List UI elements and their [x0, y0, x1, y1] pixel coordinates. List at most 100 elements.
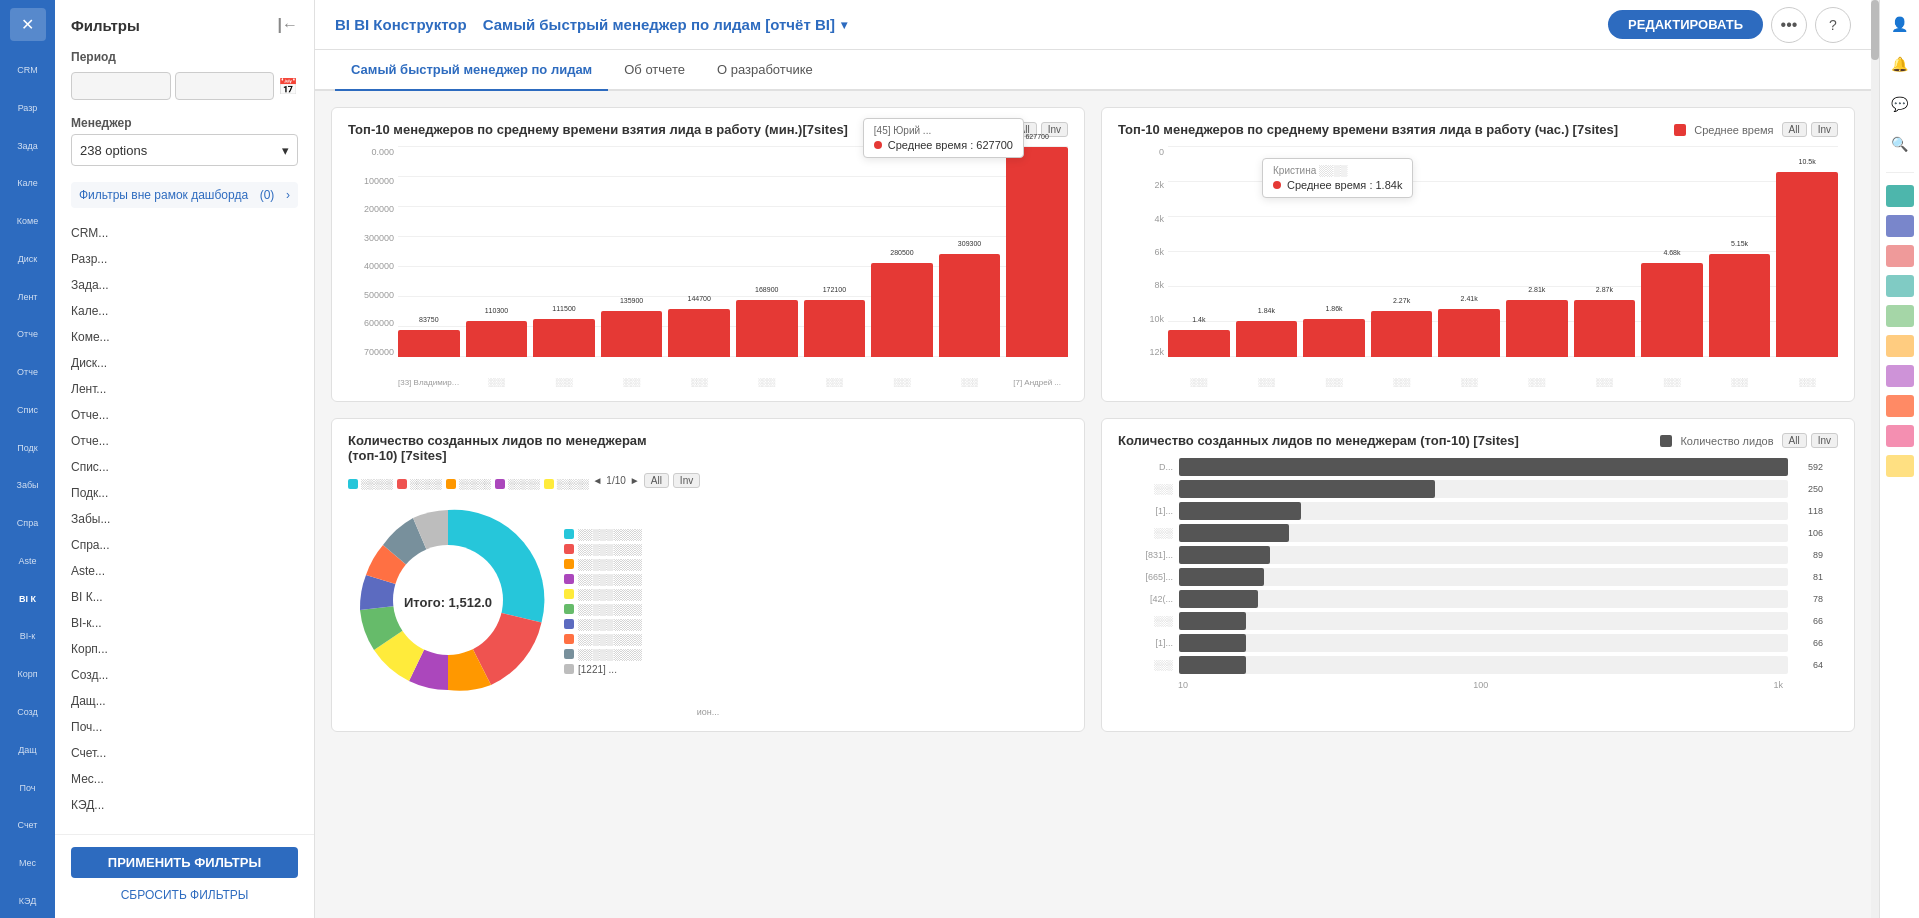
nav-item-dash[interactable]: Дащ: [7, 733, 49, 767]
hbar-label-4: ░░░: [1118, 528, 1173, 538]
filter-nav-dev[interactable]: Разр...: [55, 246, 314, 272]
manager-select[interactable]: 238 options ▾: [71, 134, 298, 166]
pagination-next[interactable]: ►: [630, 475, 640, 486]
hbar-chart-card: Количество созданных лидов по менеджерам…: [1101, 418, 1855, 732]
apply-filters-button[interactable]: ПРИМЕНИТЬ ФИЛЬТРЫ: [71, 847, 298, 878]
color-swatch-10[interactable]: [1886, 455, 1914, 477]
pie-legend-color-6: [564, 604, 574, 614]
color-swatch-6[interactable]: [1886, 335, 1914, 357]
filter-nav-mail[interactable]: Поч...: [55, 714, 314, 740]
y-axis-minutes: 700000 600000 500000 400000 300000 20000…: [348, 147, 398, 357]
date-end-input[interactable]: [175, 72, 275, 100]
right-icon-chat[interactable]: 💬: [1884, 88, 1916, 120]
filter-nav-forgot[interactable]: Забы...: [55, 506, 314, 532]
legend-inv-btn-2[interactable]: Inv: [1811, 122, 1838, 137]
nav-item-mail[interactable]: Поч: [7, 771, 49, 805]
report-title-chevron[interactable]: ▾: [841, 18, 847, 32]
filter-nav-accounts[interactable]: Счет...: [55, 740, 314, 766]
edit-button[interactable]: РЕДАКТИРОВАТЬ: [1608, 10, 1763, 39]
help-button[interactable]: ?: [1815, 7, 1851, 43]
nav-item-aste[interactable]: Aste: [7, 544, 49, 578]
filter-nav-calendar[interactable]: Кале...: [55, 298, 314, 324]
filter-nav-mes[interactable]: Мес...: [55, 766, 314, 792]
nav-item-calendar[interactable]: Кале: [7, 167, 49, 201]
hbar-fill-6: [1179, 568, 1264, 586]
nav-item-tasks[interactable]: Зада: [7, 129, 49, 163]
tab-about-dev[interactable]: О разработчике: [701, 50, 829, 91]
filter-nav-ked[interactable]: КЭД...: [55, 792, 314, 818]
scrollbar[interactable]: [1871, 0, 1879, 918]
right-icon-search[interactable]: 🔍: [1884, 128, 1916, 160]
filter-collapse-button[interactable]: |←: [278, 16, 298, 34]
nav-item-bi-k[interactable]: BI-к: [7, 620, 49, 654]
color-swatch-4[interactable]: [1886, 275, 1914, 297]
nav-item-corp[interactable]: Корп: [7, 658, 49, 692]
nav-item-accounts[interactable]: Счет: [7, 809, 49, 843]
more-options-button[interactable]: •••: [1771, 7, 1807, 43]
hbar-inv-btn[interactable]: Inv: [1811, 433, 1838, 448]
nav-item-forgot[interactable]: Забы: [7, 469, 49, 503]
color-swatch-8[interactable]: [1886, 395, 1914, 417]
filter-nav-bi-k[interactable]: BI-к...: [55, 610, 314, 636]
color-swatch-2[interactable]: [1886, 215, 1914, 237]
hbar-all-btn[interactable]: All: [1782, 433, 1807, 448]
pie-legend-color-7: [564, 619, 574, 629]
right-icon-bell[interactable]: 🔔: [1884, 48, 1916, 80]
filter-nav-aste[interactable]: Aste...: [55, 558, 314, 584]
color-swatch-9[interactable]: [1886, 425, 1914, 447]
tab-about-report[interactable]: Об отчете: [608, 50, 701, 91]
filter-nav-kom[interactable]: Коме...: [55, 324, 314, 350]
nav-item-disk[interactable]: Диск: [7, 242, 49, 276]
color-swatch-1[interactable]: [1886, 185, 1914, 207]
bar-5: 144700: [668, 309, 730, 357]
nav-item-dev[interactable]: Разр: [7, 91, 49, 125]
reset-filters-button[interactable]: СБРОСИТЬ ФИЛЬТРЫ: [71, 884, 298, 906]
pie-inv-btn[interactable]: Inv: [673, 473, 700, 488]
filter-nav-corp[interactable]: Корп...: [55, 636, 314, 662]
nav-item-create[interactable]: Созд: [7, 696, 49, 730]
filter-nav-list[interactable]: Спис...: [55, 454, 314, 480]
nav-item-ref[interactable]: Спра: [7, 507, 49, 541]
filter-nav-ref[interactable]: Спра...: [55, 532, 314, 558]
filter-nav-sub[interactable]: Подк...: [55, 480, 314, 506]
external-filters-item[interactable]: Фильтры вне рамок дашборда (0) ›: [71, 182, 298, 208]
filter-nav-dash[interactable]: Дащ...: [55, 688, 314, 714]
filter-nav-feed[interactable]: Лент...: [55, 376, 314, 402]
hbar-label-9: [1]...: [1118, 638, 1173, 648]
calendar-icon[interactable]: 📅: [278, 77, 298, 96]
pie-all-btn[interactable]: All: [644, 473, 669, 488]
date-start-input[interactable]: [71, 72, 171, 100]
nav-item-mes[interactable]: Мес: [7, 847, 49, 881]
filter-nav-bi[interactable]: BI К...: [55, 584, 314, 610]
filter-nav-reports1[interactable]: Отче...: [55, 402, 314, 428]
pie-legend-color-8: [564, 634, 574, 644]
hbar-row-10: ░░░ 64: [1118, 656, 1788, 674]
tab-main-report[interactable]: Самый быстрый менеджер по лидам: [335, 50, 608, 91]
hbar-chart-body: D... 592 ░░░ 250 [1]..: [1118, 458, 1838, 674]
hbar-row-2: ░░░ 250: [1118, 480, 1788, 498]
hbar-10: 10.5k: [1776, 172, 1838, 357]
nav-item-feed[interactable]: Лент: [7, 280, 49, 314]
filter-nav-tasks[interactable]: Зада...: [55, 272, 314, 298]
filter-nav-reports2[interactable]: Отче...: [55, 428, 314, 454]
filter-nav-disk[interactable]: Диск...: [55, 350, 314, 376]
color-swatch-5[interactable]: [1886, 305, 1914, 327]
nav-item-reports[interactable]: Отче: [7, 318, 49, 352]
nav-item-ked[interactable]: КЭД: [7, 884, 49, 918]
nav-close-button[interactable]: ✕: [10, 8, 46, 41]
legend-all-btn-2[interactable]: All: [1782, 122, 1807, 137]
nav-item-sub[interactable]: Подк: [7, 431, 49, 465]
nav-item-bi[interactable]: BI К: [7, 582, 49, 616]
nav-item-reports2[interactable]: Отче: [7, 356, 49, 390]
filter-nav-crm[interactable]: CRM...: [55, 220, 314, 246]
filter-nav-create[interactable]: Созд...: [55, 662, 314, 688]
right-icon-user[interactable]: 👤: [1884, 8, 1916, 40]
scrollbar-thumb[interactable]: [1871, 0, 1879, 60]
color-swatch-7[interactable]: [1886, 365, 1914, 387]
hbar-fill-4: [1179, 524, 1289, 542]
pagination-prev[interactable]: ◄: [592, 475, 602, 486]
color-swatch-3[interactable]: [1886, 245, 1914, 267]
nav-item-list[interactable]: Спис: [7, 393, 49, 427]
nav-item-comments[interactable]: Коме: [7, 205, 49, 239]
nav-item-crm[interactable]: CRM: [7, 53, 49, 87]
